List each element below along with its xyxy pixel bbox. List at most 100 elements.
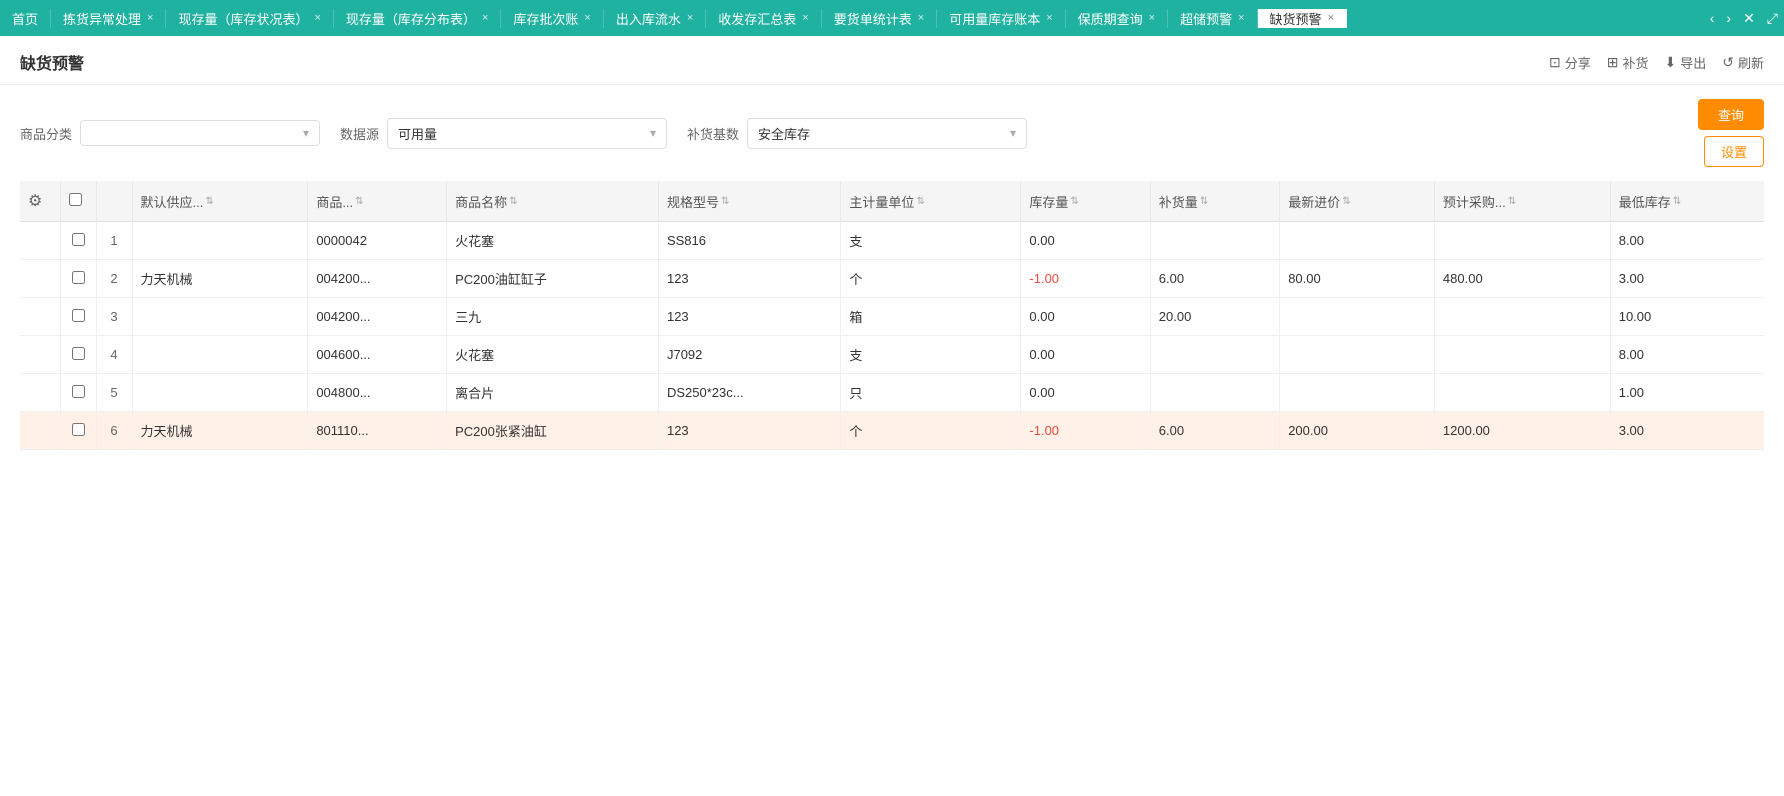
th-estimated-purchase: 预计采购... ⇅ [1434, 181, 1610, 222]
th-rownum [96, 181, 132, 222]
replenish-base-select[interactable]: 安全库存 ▾ [747, 118, 1027, 149]
tab-expand-button[interactable]: ⤢ [1761, 0, 1784, 36]
row-replenish-qty [1150, 222, 1279, 260]
sort-price-icon: ⇅ [1342, 196, 1350, 207]
th-min-stock: 最低库存 ⇅ [1610, 181, 1764, 222]
tab-close-batch-account[interactable]: × [584, 12, 590, 24]
row-product-code: 004800... [308, 374, 447, 412]
tab-label-inventory-dist: 现存量（库存分布表） [346, 9, 476, 28]
row-checkbox[interactable] [72, 271, 85, 284]
row-checkbox[interactable] [72, 347, 85, 360]
row-unit: 支 [841, 336, 1021, 374]
tab-close-overstock[interactable]: × [1238, 12, 1244, 24]
tab-label-overstock: 超储预警 [1180, 9, 1232, 28]
category-select[interactable]: ▾ [80, 120, 320, 146]
tab-close-demand-stats[interactable]: × [918, 12, 924, 24]
tab-close-shortage[interactable]: × [1328, 12, 1334, 24]
tab-bar: 首页拣货异常处理×现存量（库存状况表）×现存量（库存分布表）×库存批次账×出入库… [0, 0, 1784, 36]
tab-shortage[interactable]: 缺货预警× [1258, 9, 1347, 28]
tab-close-inventory-dist[interactable]: × [482, 12, 488, 24]
tab-inout-flow[interactable]: 出入库流水 × [604, 9, 706, 28]
tab-close-all-button[interactable]: ✕ [1737, 0, 1761, 36]
row-min-stock: 8.00 [1610, 336, 1764, 374]
gear-icon[interactable]: ⚙ [28, 193, 42, 210]
settings-button[interactable]: 设置 [1704, 136, 1764, 167]
export-button[interactable]: ⬇ 导出 [1665, 53, 1707, 72]
query-button[interactable]: 查询 [1698, 99, 1764, 130]
tab-label-batch-account: 库存批次账 [513, 9, 578, 28]
datasource-chevron-icon: ▾ [650, 126, 656, 140]
row-gear-cell [20, 412, 60, 450]
row-latest-price [1280, 374, 1435, 412]
table-row: 5004800...离合片DS250*23c...只0.001.00 [20, 374, 1764, 412]
tab-close-abnormal[interactable]: × [147, 12, 153, 24]
filter-row: 商品分类 ▾ 数据源 可用量 ▾ 补货基数 安全库存 ▾ 查询 设置 [0, 85, 1784, 181]
tab-overstock[interactable]: 超储预警 × [1168, 9, 1257, 28]
tab-home[interactable]: 首页 [0, 9, 51, 28]
row-number: 4 [96, 336, 132, 374]
row-replenish-qty: 6.00 [1150, 412, 1279, 450]
row-supplier [132, 222, 308, 260]
tab-inventory-status[interactable]: 现存量（库存状况表）× [166, 9, 333, 28]
tab-close-inventory-status[interactable]: × [314, 12, 320, 24]
tab-next-button[interactable]: › [1720, 0, 1737, 36]
tab-close-expiry-query[interactable]: × [1149, 12, 1155, 24]
row-gear-cell [20, 298, 60, 336]
tab-available-ledger[interactable]: 可用量库存账本× [937, 9, 1065, 28]
tab-label-expiry-query: 保质期查询 [1078, 9, 1143, 28]
share-button[interactable]: ⊡ 分享 [1549, 53, 1591, 72]
tab-receive-summary[interactable]: 收发存汇总表× [706, 9, 821, 28]
th-latest-price: 最新进价 ⇅ [1280, 181, 1435, 222]
tab-close-receive-summary[interactable]: × [802, 12, 808, 24]
row-latest-price [1280, 222, 1435, 260]
row-checkbox[interactable] [72, 423, 85, 436]
datasource-select[interactable]: 可用量 ▾ [387, 118, 667, 149]
table-row: 6力天机械801110...PC200张紧油缸123个-1.006.00200.… [20, 412, 1764, 450]
category-filter-label: 商品分类 [20, 124, 72, 143]
main-content: 缺货预警 ⊡ 分享 ⊞ 补货 ⬇ 导出 ↺ 刷新 商品分类 [0, 36, 1784, 796]
row-replenish-qty [1150, 374, 1279, 412]
tab-abnormal[interactable]: 拣货异常处理× [51, 9, 166, 28]
sort-supplier-icon: ⇅ [205, 196, 213, 207]
sort-minstk-icon: ⇅ [1673, 196, 1681, 207]
sort-stock-icon: ⇅ [1070, 196, 1078, 207]
tab-label-inout-flow: 出入库流水 [616, 9, 681, 28]
tab-expiry-query[interactable]: 保质期查询 × [1066, 9, 1168, 28]
row-checkbox[interactable] [72, 233, 85, 246]
row-product-code: 004200... [308, 298, 447, 336]
sort-unit-icon: ⇅ [916, 196, 924, 207]
refresh-icon: ↺ [1722, 54, 1734, 71]
th-stock: 库存量 ⇅ [1021, 181, 1150, 222]
select-all-checkbox[interactable] [69, 193, 82, 206]
row-product-name: PC200张紧油缸 [447, 412, 659, 450]
category-filter-group: 商品分类 ▾ [20, 120, 320, 146]
tab-inventory-dist[interactable]: 现存量（库存分布表） × [334, 9, 501, 28]
share-icon: ⊡ [1549, 54, 1561, 71]
row-gear-cell [20, 260, 60, 298]
row-stock: 0.00 [1021, 222, 1150, 260]
row-gear-cell [20, 374, 60, 412]
row-unit: 个 [841, 260, 1021, 298]
datasource-filter-group: 数据源 可用量 ▾ [340, 118, 667, 149]
refresh-button[interactable]: ↺ 刷新 [1722, 53, 1764, 72]
row-stock: -1.00 [1021, 412, 1150, 450]
data-table: ⚙ 默认供应... ⇅ 商品... [20, 181, 1764, 450]
row-min-stock: 8.00 [1610, 222, 1764, 260]
tab-prev-button[interactable]: ‹ [1704, 0, 1721, 36]
datasource-select-value: 可用量 [398, 124, 437, 143]
replenish-button[interactable]: ⊞ 补货 [1607, 53, 1649, 72]
tab-demand-stats[interactable]: 要货单统计表× [822, 9, 937, 28]
table-body: 10000042火花塞SS816支0.008.002力天机械004200...P… [20, 222, 1764, 450]
row-replenish-qty: 6.00 [1150, 260, 1279, 298]
tab-close-inout-flow[interactable]: × [687, 12, 693, 24]
row-checkbox[interactable] [72, 309, 85, 322]
row-stock: 0.00 [1021, 336, 1150, 374]
tab-batch-account[interactable]: 库存批次账 × [501, 9, 603, 28]
row-checkbox[interactable] [72, 385, 85, 398]
row-checkbox-cell [60, 260, 96, 298]
sort-spec-icon: ⇅ [721, 196, 729, 207]
tab-close-available-ledger[interactable]: × [1046, 12, 1052, 24]
row-gear-cell [20, 222, 60, 260]
row-checkbox-cell [60, 336, 96, 374]
filter-actions: 查询 设置 [1698, 99, 1764, 167]
